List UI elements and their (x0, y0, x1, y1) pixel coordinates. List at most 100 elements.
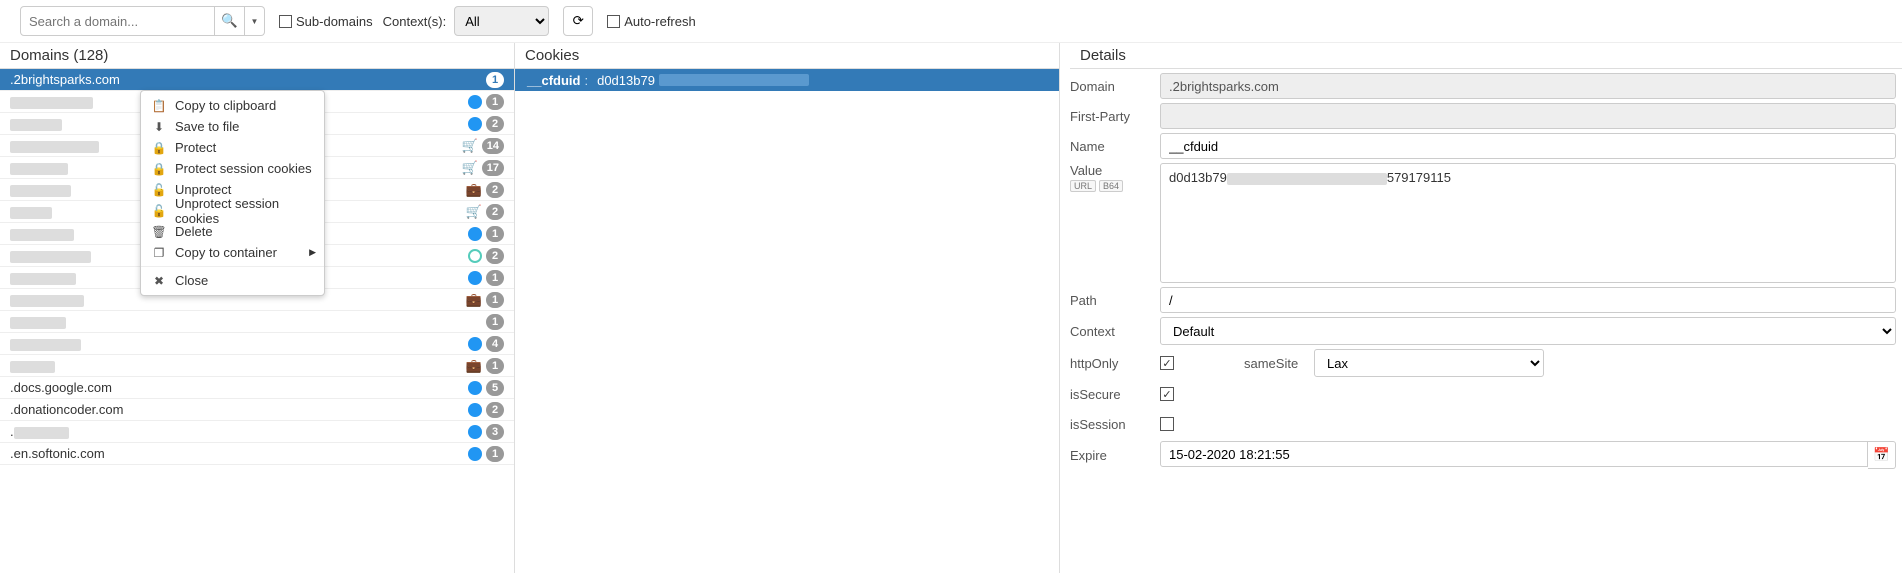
domain-row[interactable]: 4 (0, 333, 514, 355)
search-dropdown-button[interactable]: ▼ (245, 6, 265, 36)
domain-name: .docs.google.com (10, 380, 112, 395)
menu-item-icon: 🔒 (153, 141, 165, 155)
toolbar: 🔍 ▼ Sub-domains Context(s): All ⟳ Auto-r… (0, 0, 1902, 43)
menu-item-label: Save to file (175, 119, 239, 134)
context-menu-item[interactable]: ❐Copy to container▶ (141, 242, 324, 263)
contexts-label: Context(s): (383, 14, 447, 29)
menu-item-icon: 📋 (153, 99, 165, 113)
input-domain[interactable] (1160, 73, 1896, 99)
contexts-select[interactable]: All (454, 6, 549, 36)
context-menu-close[interactable]: ✖Close (141, 270, 324, 291)
input-path[interactable] (1160, 287, 1896, 313)
input-value[interactable]: d0d13b79579179115 (1160, 163, 1896, 283)
count-badge: 1 (486, 292, 504, 308)
cookie-name: __cfduid (527, 73, 580, 88)
domain-row[interactable]: .docs.google.com5 (0, 377, 514, 399)
domain-row[interactable]: .2brightsparks.com1 (0, 69, 514, 91)
tag-b64[interactable]: B64 (1099, 180, 1123, 192)
count-badge: 2 (486, 116, 504, 132)
domain-name (10, 204, 52, 219)
swirl-icon (468, 249, 482, 263)
autorefresh-checkbox[interactable] (607, 15, 620, 28)
menu-item-icon: 🗑 (153, 225, 165, 239)
cookie-row[interactable]: __cfduid:d0d13b79 579179115 (515, 69, 1059, 91)
context-menu-item[interactable]: 🔒Protect session cookies (141, 158, 324, 179)
domain-name: .donationcoder.com (10, 402, 123, 417)
menu-item-icon: 🔓 (153, 183, 165, 197)
dot-icon (468, 425, 482, 439)
dot-icon (468, 381, 482, 395)
menu-item-label: Delete (175, 224, 213, 239)
select-context[interactable]: Default (1160, 317, 1896, 345)
menu-item-label: Protect session cookies (175, 161, 312, 176)
cookie-value-prefix: d0d13b79 (597, 73, 655, 88)
label-value: Value (1070, 163, 1160, 178)
autorefresh-checkbox-wrap[interactable]: Auto-refresh (607, 14, 696, 29)
count-badge: 1 (486, 226, 504, 242)
domain-name (10, 226, 74, 241)
count-badge: 17 (482, 160, 504, 176)
search-box: 🔍 ▼ (20, 6, 265, 36)
briefcase-icon: 💼 (466, 358, 482, 374)
check-httponly[interactable]: ✓ (1160, 356, 1174, 370)
domain-name: .en.softonic.com (10, 446, 105, 461)
context-menu-item[interactable]: 🔓Unprotect session cookies (141, 200, 324, 221)
count-badge: 3 (486, 424, 504, 440)
context-menu-item[interactable]: 📋 Copy to clipboard (141, 95, 324, 116)
domain-row[interactable]: .3 (0, 421, 514, 443)
submenu-arrow-icon: ▶ (309, 247, 316, 258)
domain-name (10, 182, 71, 197)
menu-item-icon: 🔓 (153, 204, 165, 218)
dot-icon (468, 447, 482, 461)
label-issession: isSession (1070, 417, 1160, 432)
context-menu-item[interactable]: 🔒Protect (141, 137, 324, 158)
search-domain-input[interactable] (20, 6, 215, 36)
domain-row[interactable]: .en.softonic.com1 (0, 443, 514, 465)
calendar-icon: 📅 (1873, 447, 1890, 463)
context-menu-item[interactable]: 🗑 Delete (141, 221, 324, 242)
count-badge: 2 (486, 248, 504, 264)
search-button[interactable]: 🔍 (215, 6, 245, 36)
input-expire[interactable] (1160, 441, 1868, 467)
cart-icon: 🛒 (466, 204, 482, 220)
select-samesite[interactable]: Lax (1314, 349, 1544, 377)
label-samesite: sameSite (1244, 356, 1314, 371)
domain-name (10, 160, 68, 175)
subdomains-checkbox-wrap[interactable]: Sub-domains (279, 14, 373, 29)
domain-name (10, 358, 55, 373)
subdomains-label: Sub-domains (296, 14, 373, 29)
autorefresh-label: Auto-refresh (624, 14, 696, 29)
menu-item-label: Copy to clipboard (175, 98, 276, 113)
cookies-list[interactable]: __cfduid:d0d13b79 579179115 (515, 69, 1059, 573)
count-badge: 4 (486, 336, 504, 352)
domain-name (10, 270, 76, 285)
briefcase-icon: 💼 (466, 182, 482, 198)
cart-icon: 🛒 (462, 138, 478, 154)
label-context: Context (1070, 324, 1160, 339)
refresh-button[interactable]: ⟳ (563, 6, 593, 36)
context-menu-item[interactable]: ⬇ Save to file (141, 116, 324, 137)
menu-item-icon: ⬇ (153, 120, 165, 134)
label-first-party: First-Party (1070, 109, 1160, 124)
label-name: Name (1070, 139, 1160, 154)
details-header: Details (1070, 43, 1902, 69)
domain-name (10, 138, 99, 153)
domain-row[interactable]: 💼1 (0, 355, 514, 377)
calendar-button[interactable]: 📅 (1868, 441, 1896, 469)
domain-row[interactable]: 1 (0, 311, 514, 333)
subdomains-checkbox[interactable] (279, 15, 292, 28)
check-issecure[interactable]: ✓ (1160, 387, 1174, 401)
context-menu: 📋 Copy to clipboard ⬇ Save to file 🔒Protect🔒… (140, 90, 325, 296)
input-name[interactable] (1160, 133, 1896, 159)
domain-row[interactable]: .donationcoder.com 2 (0, 399, 514, 421)
tag-url[interactable]: URL (1070, 180, 1096, 192)
dot-icon (468, 117, 482, 131)
count-badge: 1 (486, 358, 504, 374)
count-badge: 1 (486, 94, 504, 110)
domains-header: Domains (128) (0, 43, 514, 69)
count-badge: 2 (486, 182, 504, 198)
details-column: Details Domain First-Party Name Value UR… (1060, 43, 1902, 573)
count-badge: 2 (486, 402, 504, 418)
input-first-party[interactable] (1160, 103, 1896, 129)
check-issession[interactable] (1160, 417, 1174, 431)
